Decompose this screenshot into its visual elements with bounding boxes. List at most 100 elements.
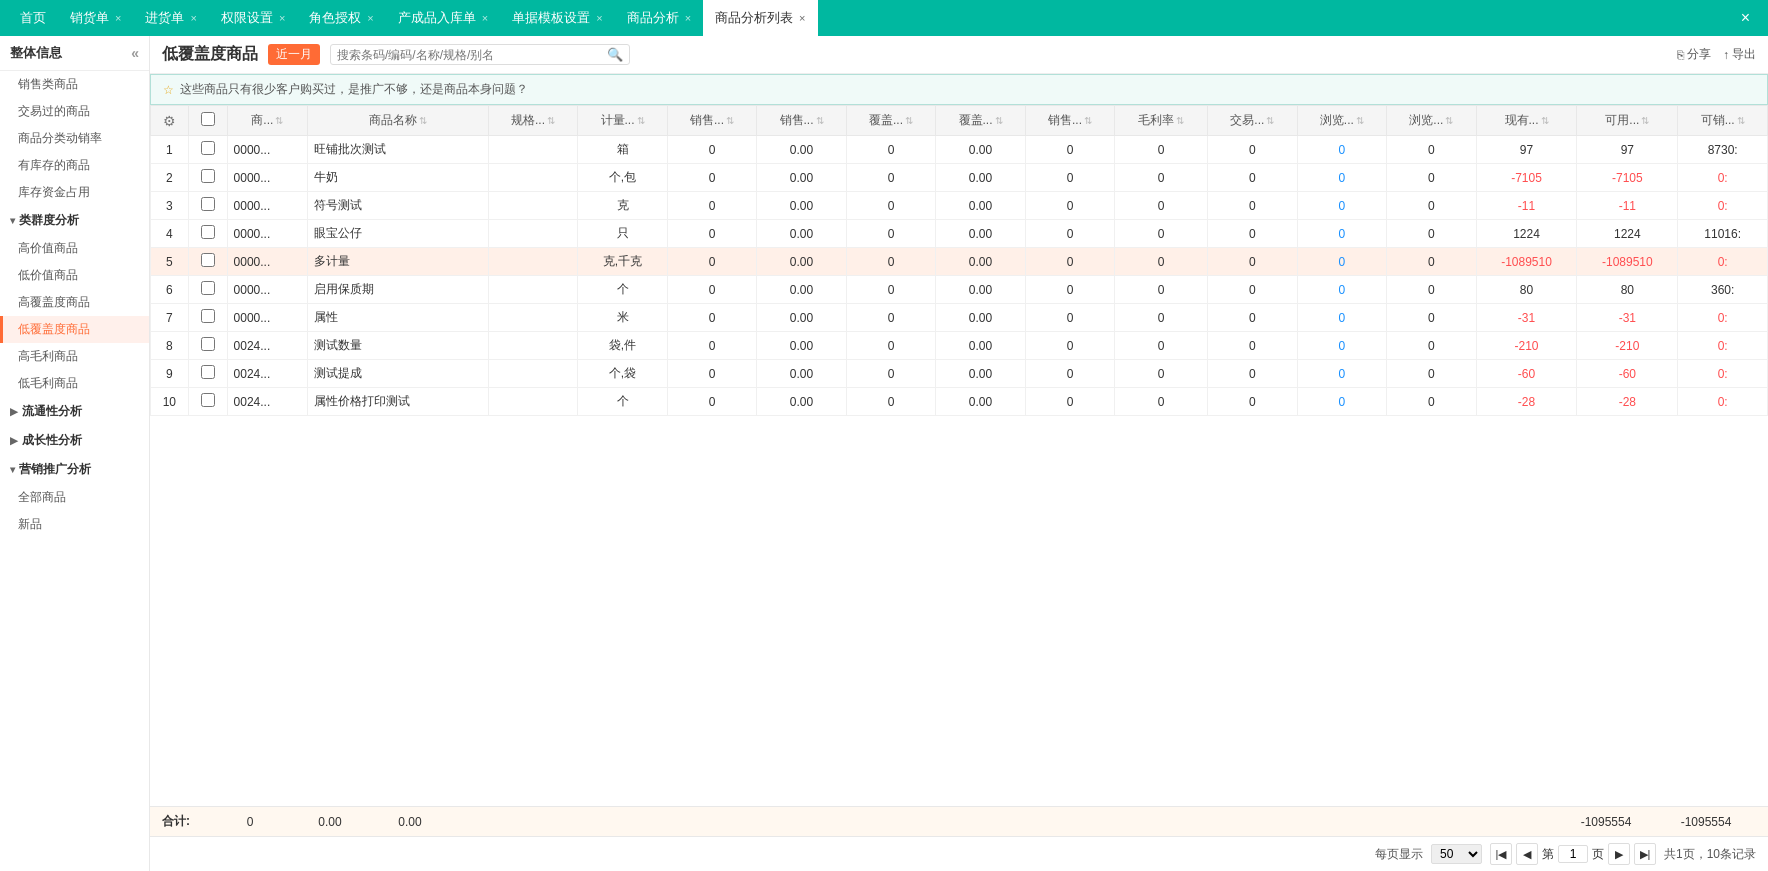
sidebar-item-sales-goods[interactable]: 销售类商品	[0, 71, 149, 98]
row-browse1[interactable]: 0	[1297, 276, 1387, 304]
row-code: 0000...	[227, 304, 308, 332]
row-browse2: 0	[1387, 304, 1477, 332]
nav-purchase-close[interactable]: ×	[190, 12, 196, 24]
sidebar-item-high-value[interactable]: 高价值商品	[0, 235, 149, 262]
sidebar-section-cluster-analysis[interactable]: ▾ 类群度分析	[0, 206, 149, 235]
nav-product-inbound[interactable]: 产成品入库单 ×	[386, 0, 500, 36]
row-checkbox[interactable]	[188, 136, 227, 164]
page-nav: |◀ ◀ 第 页 ▶ ▶|	[1490, 843, 1656, 865]
row-stock2: 80	[1577, 276, 1678, 304]
th-gear[interactable]: ⚙	[151, 106, 189, 136]
nav-sales-close[interactable]: ×	[115, 12, 121, 24]
search-input[interactable]	[337, 48, 607, 62]
row-checkbox[interactable]	[188, 248, 227, 276]
nav-permission[interactable]: 权限设置 ×	[209, 0, 297, 36]
nav-role-close[interactable]: ×	[367, 12, 373, 24]
row-browse1[interactable]: 0	[1297, 192, 1387, 220]
table-row: 1 0000... 旺铺批次测试 箱 0 0.00 0 0.00 0 0 0 0…	[151, 136, 1768, 164]
close-all-button[interactable]: ×	[1731, 9, 1760, 27]
sidebar-header: 整体信息 «	[0, 36, 149, 71]
row-stock2: 97	[1577, 136, 1678, 164]
nav-purchase[interactable]: 进货单 ×	[133, 0, 208, 36]
th-sales3: 销售...⇅	[1025, 106, 1115, 136]
row-checkbox[interactable]	[188, 192, 227, 220]
th-gross: 毛利率⇅	[1115, 106, 1208, 136]
page-size-select[interactable]: 50 100 200	[1431, 844, 1482, 864]
row-code: 0000...	[227, 276, 308, 304]
sidebar-item-category-turnover[interactable]: 商品分类动销率	[0, 125, 149, 152]
nav-home[interactable]: 首页	[8, 0, 58, 36]
row-sales2: 0.00	[757, 164, 847, 192]
row-browse2: 0	[1387, 248, 1477, 276]
select-all-checkbox[interactable]	[201, 112, 215, 126]
sidebar-section-circulation[interactable]: ▶ 流通性分析	[0, 397, 149, 426]
nav-product-inbound-close[interactable]: ×	[482, 12, 488, 24]
row-browse1[interactable]: 0	[1297, 164, 1387, 192]
nav-product-analysis[interactable]: 商品分析 ×	[615, 0, 703, 36]
gear-icon: ⚙	[163, 113, 176, 129]
row-browse1[interactable]: 0	[1297, 332, 1387, 360]
row-browse1[interactable]: 0	[1297, 388, 1387, 416]
row-checkbox[interactable]	[188, 276, 227, 304]
total-sales1: 0	[210, 815, 290, 829]
row-browse2: 0	[1387, 136, 1477, 164]
nav-sales[interactable]: 销货单 ×	[58, 0, 133, 36]
sidebar-item-new-goods[interactable]: 新品	[0, 511, 149, 538]
row-checkbox[interactable]	[188, 304, 227, 332]
sidebar-section-growth[interactable]: ▶ 成长性分析	[0, 426, 149, 455]
export-icon: ↑	[1723, 48, 1729, 62]
sidebar-item-all-goods[interactable]: 全部商品	[0, 484, 149, 511]
sidebar-item-traded-goods[interactable]: 交易过的商品	[0, 98, 149, 125]
row-trade: 0	[1208, 136, 1298, 164]
nav-template-close[interactable]: ×	[596, 12, 602, 24]
nav-template[interactable]: 单据模板设置 ×	[500, 0, 614, 36]
row-unit: 袋,件	[578, 332, 668, 360]
sidebar-item-inventory-capital[interactable]: 库存资金占用	[0, 179, 149, 206]
last-page-button[interactable]: ▶|	[1634, 843, 1656, 865]
time-filter-button[interactable]: 近一月	[268, 44, 320, 65]
row-browse1[interactable]: 0	[1297, 220, 1387, 248]
nav-product-analysis-close[interactable]: ×	[685, 12, 691, 24]
sort-icon-13: ⇅	[1445, 115, 1453, 126]
nav-product-analysis-list-close[interactable]: ×	[799, 12, 805, 24]
row-name: 测试数量	[308, 332, 489, 360]
row-checkbox[interactable]	[188, 164, 227, 192]
sidebar-item-low-margin[interactable]: 低毛利商品	[0, 370, 149, 397]
row-stock1: -28	[1476, 388, 1577, 416]
row-browse1[interactable]: 0	[1297, 304, 1387, 332]
row-browse2: 0	[1387, 164, 1477, 192]
row-browse1[interactable]: 0	[1297, 248, 1387, 276]
row-name: 眼宝公仔	[308, 220, 489, 248]
row-cover2: 0.00	[936, 164, 1026, 192]
prev-page-button[interactable]: ◀	[1516, 843, 1538, 865]
nav-role[interactable]: 角色授权 ×	[297, 0, 385, 36]
row-browse1[interactable]: 0	[1297, 136, 1387, 164]
row-checkbox[interactable]	[188, 332, 227, 360]
next-page-button[interactable]: ▶	[1608, 843, 1630, 865]
first-page-button[interactable]: |◀	[1490, 843, 1512, 865]
nav-product-analysis-list[interactable]: 商品分析列表 ×	[703, 0, 817, 36]
row-code: 0000...	[227, 164, 308, 192]
row-stock1: 97	[1476, 136, 1577, 164]
sidebar-collapse-button[interactable]: «	[131, 45, 139, 61]
row-stock1: 1224	[1476, 220, 1577, 248]
row-checkbox[interactable]	[188, 220, 227, 248]
row-stock3: 0:	[1678, 332, 1768, 360]
row-cover2: 0.00	[936, 332, 1026, 360]
th-checkbox[interactable]	[188, 106, 227, 136]
sidebar-item-high-coverage[interactable]: 高覆盖度商品	[0, 289, 149, 316]
sidebar-item-stocked-goods[interactable]: 有库存的商品	[0, 152, 149, 179]
sidebar-item-low-value[interactable]: 低价值商品	[0, 262, 149, 289]
share-button[interactable]: ⎘ 分享	[1677, 46, 1711, 63]
row-browse1[interactable]: 0	[1297, 360, 1387, 388]
row-unit: 个	[578, 276, 668, 304]
row-checkbox[interactable]	[188, 388, 227, 416]
row-browse2: 0	[1387, 360, 1477, 388]
sidebar-section-marketing[interactable]: ▾ 营销推广分析	[0, 455, 149, 484]
export-button[interactable]: ↑ 导出	[1723, 46, 1756, 63]
page-number-input[interactable]	[1558, 845, 1588, 863]
sidebar-item-high-margin[interactable]: 高毛利商品	[0, 343, 149, 370]
sidebar-item-low-coverage[interactable]: 低覆盖度商品	[0, 316, 149, 343]
nav-permission-close[interactable]: ×	[279, 12, 285, 24]
row-checkbox[interactable]	[188, 360, 227, 388]
